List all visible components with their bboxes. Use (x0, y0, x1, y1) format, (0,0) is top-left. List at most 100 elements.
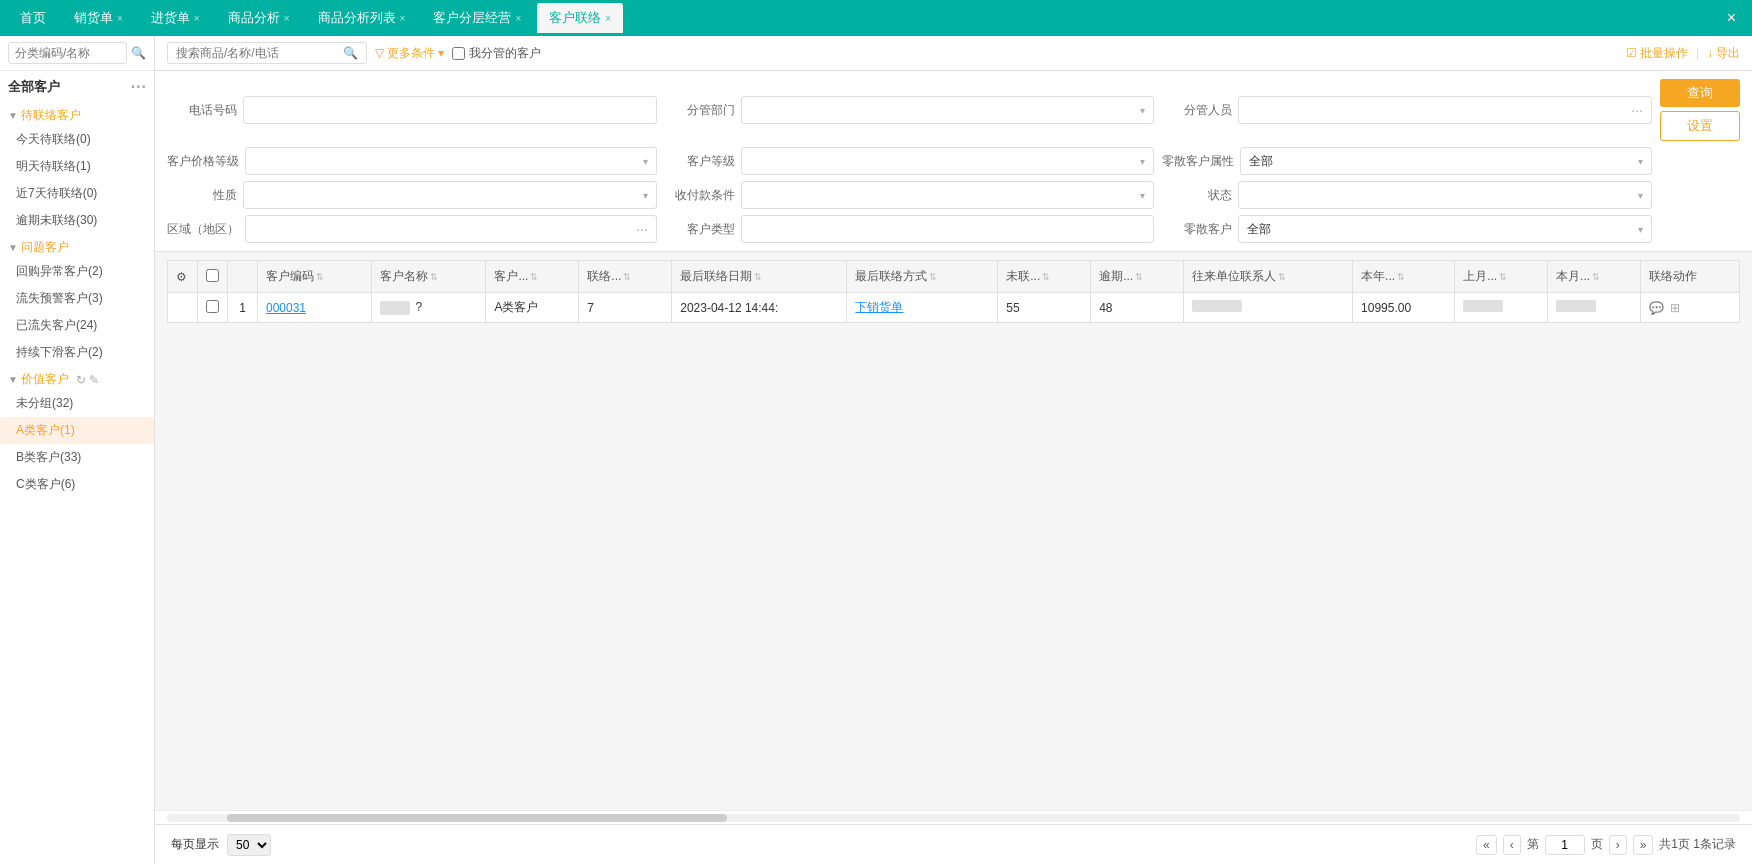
filter-dept-select[interactable]: ▾ (741, 96, 1155, 124)
sort-category-icon[interactable]: ⇅ (530, 272, 538, 282)
filter-scatter-attr-select[interactable]: 全部▾ (1240, 147, 1652, 175)
filter-manager-input[interactable]: ··· (1238, 96, 1652, 124)
sort-last-method-icon[interactable]: ⇅ (929, 272, 937, 282)
sidebar-item-class-c[interactable]: C类客户(6) (0, 471, 154, 498)
scrollbar-thumb[interactable] (227, 814, 727, 822)
th-category[interactable]: 客户...⇅ (486, 261, 579, 293)
th-contact[interactable]: 联络...⇅ (579, 261, 672, 293)
sidebar-search-input[interactable] (8, 42, 127, 64)
cell-checkbox[interactable] (198, 293, 228, 323)
cell-code[interactable]: 000031 (258, 293, 372, 323)
toolbar-search-icon[interactable]: 🔍 (343, 46, 358, 60)
row-checkbox[interactable] (206, 300, 219, 313)
filter-scatter-customer-select[interactable]: 全部▾ (1238, 215, 1652, 243)
value-group-refresh-icon[interactable]: ↻ (76, 373, 86, 387)
value-group-edit-icon[interactable]: ✎ (89, 373, 99, 387)
filter-phone-input[interactable] (243, 96, 657, 124)
select-all-checkbox[interactable] (206, 269, 219, 282)
customer-code-link[interactable]: 000031 (266, 301, 306, 315)
my-customers-checkbox[interactable] (452, 47, 465, 60)
close-tab-analysis[interactable]: × (284, 13, 290, 24)
last-method-link[interactable]: 下销货单 (855, 300, 903, 314)
next-page-button[interactable]: › (1609, 835, 1627, 855)
sort-name-icon[interactable]: ⇅ (430, 272, 438, 282)
sort-last-date-icon[interactable]: ⇅ (754, 272, 762, 282)
sidebar-item-churn-warning[interactable]: 流失预警客户(3) (0, 285, 154, 312)
th-last-method[interactable]: 最后联络方式⇅ (847, 261, 998, 293)
export-button[interactable]: ↓ 导出 (1707, 45, 1740, 62)
filter-region-input[interactable]: ··· (245, 215, 657, 243)
sidebar-item-declining[interactable]: 持续下滑客户(2) (0, 339, 154, 366)
close-tab-sales[interactable]: × (117, 13, 123, 24)
sidebar-item-overdue-contact[interactable]: 逾期未联络(30) (0, 207, 154, 234)
page-number-input[interactable] (1545, 835, 1585, 855)
close-tab-customer-contact[interactable]: × (605, 13, 611, 24)
sidebar-item-7days-contact[interactable]: 近7天待联络(0) (0, 180, 154, 207)
batch-op-button[interactable]: ☑ 批量操作 (1626, 45, 1688, 62)
nav-home[interactable]: 首页 (8, 3, 58, 33)
sidebar-group-problem[interactable]: ▼ 问题客户 (0, 234, 154, 258)
sort-overdue-icon[interactable]: ⇅ (1135, 272, 1143, 282)
sidebar-item-today-contact[interactable]: 今天待联络(0) (0, 126, 154, 153)
action-chat-icon[interactable]: 💬 (1649, 301, 1664, 315)
th-this-year[interactable]: 本年...⇅ (1353, 261, 1455, 293)
filter-payment-select[interactable]: ▾ (741, 181, 1155, 209)
nav-tab-sales[interactable]: 销货单 × (62, 3, 135, 33)
th-unit-contact[interactable]: 往来单位联系人⇅ (1184, 261, 1353, 293)
per-page-select[interactable]: 50 (227, 834, 271, 856)
filter-customer-level-select[interactable]: ▾ (741, 147, 1155, 175)
filter-status-select[interactable]: ▾ (1238, 181, 1652, 209)
sort-this-year-icon[interactable]: ⇅ (1397, 272, 1405, 282)
prev-page-button[interactable]: ‹ (1503, 835, 1521, 855)
sidebar-item-unclassified[interactable]: 未分组(32) (0, 390, 154, 417)
region-dots-icon[interactable]: ··· (636, 221, 648, 237)
sidebar-all-customers[interactable]: 全部客户 ⋯ (0, 71, 154, 102)
sort-this-month-icon[interactable]: ⇅ (1592, 272, 1600, 282)
sort-contact-icon[interactable]: ⇅ (623, 272, 631, 282)
th-last-month[interactable]: 上月...⇅ (1455, 261, 1548, 293)
nav-tab-customer-tier[interactable]: 客户分层经营 × (421, 3, 533, 33)
cell-name[interactable]: ? (372, 293, 486, 323)
filter-nature-select[interactable]: ▾ (243, 181, 657, 209)
close-tab-analysis-list[interactable]: × (400, 13, 406, 24)
sidebar-search-icon[interactable]: 🔍 (131, 46, 146, 60)
th-last-date[interactable]: 最后联络日期⇅ (672, 261, 847, 293)
th-no-contact[interactable]: 未联...⇅ (998, 261, 1091, 293)
th-overdue[interactable]: 逾期...⇅ (1091, 261, 1184, 293)
sidebar-item-repurchase-abnormal[interactable]: 回购异常客户(2) (0, 258, 154, 285)
nav-tab-purchase[interactable]: 进货单 × (139, 3, 212, 33)
toolbar-search-input[interactable] (176, 46, 339, 60)
sort-code-icon[interactable]: ⇅ (316, 272, 324, 282)
set-button[interactable]: 设置 (1660, 111, 1740, 141)
sidebar-item-class-b[interactable]: B类客户(33) (0, 444, 154, 471)
close-tab-customer-tier[interactable]: × (515, 13, 521, 24)
first-page-button[interactable]: « (1476, 835, 1497, 855)
sort-last-month-icon[interactable]: ⇅ (1499, 272, 1507, 282)
filter-customer-type-input[interactable] (741, 215, 1155, 243)
sidebar-item-tomorrow-contact[interactable]: 明天待联络(1) (0, 153, 154, 180)
sort-unit-contact-icon[interactable]: ⇅ (1278, 272, 1286, 282)
nav-tab-customer-contact[interactable]: 客户联络 × (537, 3, 623, 33)
close-tab-purchase[interactable]: × (194, 13, 200, 24)
nav-tab-analysis[interactable]: 商品分析 × (216, 3, 302, 33)
sidebar-item-class-a[interactable]: A类客户(1) (0, 417, 154, 444)
manager-dots-icon[interactable]: ··· (1631, 102, 1643, 118)
sidebar-group-value[interactable]: ▼ 价值客户 ↻ ✎ (0, 366, 154, 390)
query-button[interactable]: 查询 (1660, 79, 1740, 107)
th-name[interactable]: 客户名称⇅ (372, 261, 486, 293)
sidebar-collapse-icon[interactable]: ⋯ (130, 77, 146, 96)
window-close-button[interactable]: × (1719, 5, 1744, 31)
th-this-month[interactable]: 本月...⇅ (1548, 261, 1641, 293)
th-code[interactable]: 客户编码⇅ (258, 261, 372, 293)
last-page-button[interactable]: » (1633, 835, 1654, 855)
nav-tab-analysis-list[interactable]: 商品分析列表 × (306, 3, 418, 33)
sidebar-group-pending[interactable]: ▼ 待联络客户 (0, 102, 154, 126)
my-customers-checkbox-label[interactable]: 我分管的客户 (452, 45, 541, 62)
action-more-icon[interactable]: ⊞ (1670, 301, 1680, 315)
th-settings[interactable]: ⚙ (168, 261, 198, 293)
sort-no-contact-icon[interactable]: ⇅ (1042, 272, 1050, 282)
more-filter-button[interactable]: ▽ 更多条件 ▾ (375, 45, 444, 62)
sidebar-item-churned[interactable]: 已流失客户(24) (0, 312, 154, 339)
th-checkbox[interactable] (198, 261, 228, 293)
cell-last-method[interactable]: 下销货单 (847, 293, 998, 323)
